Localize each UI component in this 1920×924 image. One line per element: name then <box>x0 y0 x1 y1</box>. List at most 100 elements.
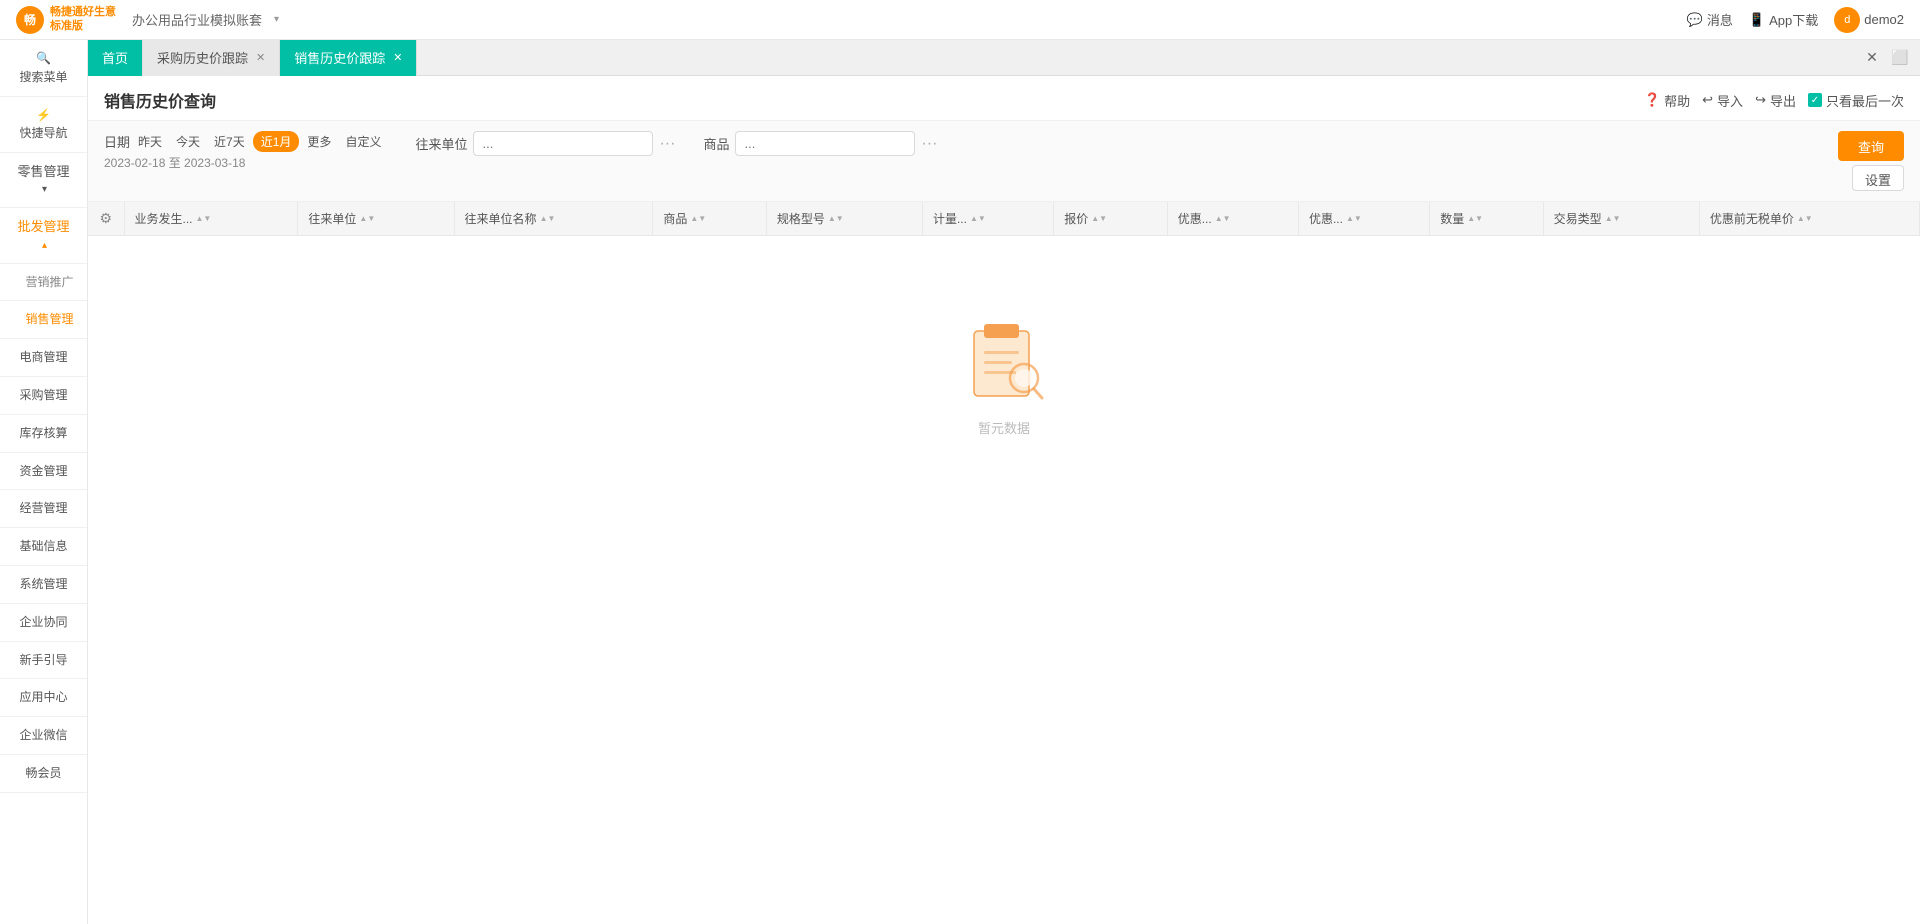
import-button[interactable]: ↩ 导入 <box>1702 91 1743 110</box>
app-title-dropdown-icon[interactable]: ▾ <box>274 14 279 25</box>
date-btn-more[interactable]: 更多 <box>301 131 337 152</box>
tab-maximize-button[interactable]: ⬜ <box>1888 46 1912 70</box>
sort-icon-discount2[interactable]: ▲▼ <box>1346 215 1362 223</box>
top-bar: 畅 畅捷通好生意 标准版 办公用品行业模拟账套 ▾ 💬 消息 📱 App下载 d… <box>0 0 1920 40</box>
tab-close-all-button[interactable]: ✕ <box>1860 46 1884 70</box>
sort-icon-discount1[interactable]: ▲▼ <box>1215 215 1231 223</box>
sidebar-item-app-center[interactable]: 应用中心 <box>0 679 87 717</box>
user-profile[interactable]: d demo2 <box>1834 7 1904 33</box>
sidebar-item-inventory[interactable]: 库存核算 <box>0 415 87 453</box>
sidebar-item-ecommerce[interactable]: 电商管理 <box>0 339 87 377</box>
sort-icon-goods[interactable]: ▲▼ <box>690 215 706 223</box>
sidebar-item-operations[interactable]: 经营管理 <box>0 490 87 528</box>
tab-sales-history-close-icon[interactable]: ✕ <box>393 51 402 64</box>
help-button[interactable]: ❓ 帮助 <box>1644 91 1690 110</box>
settings-button[interactable]: 设置 <box>1852 165 1904 191</box>
th-goods[interactable]: 商品 ▲▼ <box>653 202 766 236</box>
th-pre-tax[interactable]: 优惠前无税单价 ▲▼ <box>1699 202 1919 236</box>
th-trade-type[interactable]: 交易类型 ▲▼ <box>1543 202 1699 236</box>
th-discount1[interactable]: 优惠... ▲▼ <box>1167 202 1298 236</box>
import-icon: ↩ <box>1702 92 1713 108</box>
sidebar-item-finance[interactable]: 资金管理 <box>0 453 87 491</box>
sidebar-item-member[interactable]: 畅会员 <box>0 755 87 793</box>
export-icon: ↪ <box>1755 92 1766 108</box>
message-button[interactable]: 💬 消息 <box>1687 10 1733 29</box>
tab-purchase-history[interactable]: 采购历史价跟踪 ✕ <box>143 40 280 76</box>
chevron-down-icon: ▾ <box>42 183 47 197</box>
tab-actions: ✕ ⬜ <box>1860 46 1920 70</box>
sidebar-item-procurement[interactable]: 采购管理 <box>0 377 87 415</box>
goods-input[interactable] <box>735 131 915 156</box>
logo-text: 畅捷通好生意 标准版 <box>50 6 116 32</box>
page-header: 销售历史价查询 ❓ 帮助 ↩ 导入 ↪ 导出 ✓ <box>88 76 1920 121</box>
sidebar-item-enterprise[interactable]: 企业协同 <box>0 604 87 642</box>
help-icon: ❓ <box>1644 92 1660 108</box>
date-buttons: 日期 昨天 今天 近7天 近1月 更多 自定义 <box>104 131 387 152</box>
tab-home[interactable]: 首页 <box>88 40 143 76</box>
filter-bar: 日期 昨天 今天 近7天 近1月 更多 自定义 2023-02-18 至 202… <box>88 121 1920 202</box>
sidebar-item-retail[interactable]: 零售管理 ▾ <box>0 153 87 208</box>
sidebar-item-marketing[interactable]: 营销推广 <box>0 264 87 302</box>
app-title: 办公用品行业模拟账套 <box>132 10 262 29</box>
date-btn-yesterday[interactable]: 昨天 <box>132 131 168 152</box>
goods-label: 商品 <box>703 134 729 153</box>
shortcuts-icon: ⚡ <box>36 107 51 124</box>
sidebar-item-basic-info[interactable]: 基础信息 <box>0 528 87 566</box>
main-layout: 🔍 搜索菜单 ⚡ 快捷导航 零售管理 ▾ 批发管理 ▴ 营销推广 销售管理 电商… <box>0 40 1920 924</box>
content-area: 首页 采购历史价跟踪 ✕ 销售历史价跟踪 ✕ ✕ ⬜ 销售历史价查询 <box>88 40 1920 924</box>
table-header-row: ⚙ 业务发生... ▲▼ 往来单位 <box>88 202 1920 236</box>
sidebar-item-search-menu[interactable]: 🔍 搜索菜单 <box>0 40 87 97</box>
query-button[interactable]: 查询 <box>1838 131 1904 161</box>
export-button[interactable]: ↪ 导出 <box>1755 91 1796 110</box>
partner-label: 往来单位 <box>415 134 467 153</box>
partner-input[interactable] <box>473 131 653 156</box>
logo-area: 畅 畅捷通好生意 标准版 <box>16 6 116 34</box>
sort-icon-biz-date[interactable]: ▲▼ <box>196 215 212 223</box>
partner-picker-icon[interactable]: ··· <box>659 135 675 153</box>
filter-right-actions: 查询 设置 <box>1838 131 1904 191</box>
sort-icon-partner-code[interactable]: ▲▼ <box>359 215 375 223</box>
date-btn-7days[interactable]: 近7天 <box>208 131 251 152</box>
sort-icon-pre-tax[interactable]: ▲▼ <box>1797 215 1813 223</box>
only-last-checkbox-group[interactable]: ✓ 只看最后一次 <box>1808 91 1904 110</box>
page-header-actions: ❓ 帮助 ↩ 导入 ↪ 导出 ✓ 只看最后一次 <box>1644 91 1904 110</box>
sidebar-item-shortcuts[interactable]: ⚡ 快捷导航 <box>0 97 87 154</box>
date-btn-1month[interactable]: 近1月 <box>253 131 300 152</box>
retail-icon: 零售管理 <box>17 163 69 181</box>
th-spec[interactable]: 规格型号 ▲▼ <box>766 202 922 236</box>
th-qty[interactable]: 数量 ▲▼ <box>1430 202 1543 236</box>
th-settings[interactable]: ⚙ <box>88 202 124 236</box>
th-partner-code[interactable]: 往来单位 ▲▼ <box>298 202 454 236</box>
th-biz-date[interactable]: 业务发生... ▲▼ <box>124 202 298 236</box>
goods-picker-icon[interactable]: ··· <box>921 135 937 153</box>
date-filter-group: 日期 昨天 今天 近7天 近1月 更多 自定义 2023-02-18 至 202… <box>104 131 387 171</box>
th-discount2[interactable]: 优惠... ▲▼ <box>1298 202 1429 236</box>
only-last-checkbox[interactable]: ✓ <box>1808 93 1822 107</box>
sidebar-item-wholesale[interactable]: 批发管理 ▴ <box>0 208 87 263</box>
settings-icon[interactable]: ⚙ <box>99 210 112 226</box>
sort-icon-partner-name[interactable]: ▲▼ <box>540 215 556 223</box>
th-quote[interactable]: 报价 ▲▼ <box>1054 202 1167 236</box>
th-partner-name[interactable]: 往来单位名称 ▲▼ <box>454 202 653 236</box>
sidebar-item-wechat[interactable]: 企业微信 <box>0 717 87 755</box>
date-btn-today[interactable]: 今天 <box>170 131 206 152</box>
tab-sales-history-label: 销售历史价跟踪 <box>294 48 385 67</box>
sidebar-item-sales-mgmt[interactable]: 销售管理 <box>0 301 87 339</box>
th-unit[interactable]: 计量... ▲▼ <box>922 202 1053 236</box>
sort-icon-trade-type[interactable]: ▲▼ <box>1605 215 1621 223</box>
tab-home-label: 首页 <box>102 48 128 67</box>
goods-filter-group: 商品 ··· <box>703 131 937 156</box>
sort-icon-unit[interactable]: ▲▼ <box>970 215 986 223</box>
sort-icon-quote[interactable]: ▲▼ <box>1091 215 1107 223</box>
sidebar-item-guide[interactable]: 新手引导 <box>0 642 87 680</box>
sort-icon-qty[interactable]: ▲▼ <box>1467 215 1483 223</box>
date-btn-custom[interactable]: 自定义 <box>339 131 387 152</box>
partner-filter-group: 往来单位 ··· <box>415 131 675 156</box>
sort-icon-spec[interactable]: ▲▼ <box>828 215 844 223</box>
app-download-button[interactable]: 📱 App下载 <box>1749 10 1818 29</box>
message-icon: 💬 <box>1687 12 1703 28</box>
tab-sales-history[interactable]: 销售历史价跟踪 ✕ <box>280 40 417 76</box>
sidebar-item-system[interactable]: 系统管理 <box>0 566 87 604</box>
tab-bar: 首页 采购历史价跟踪 ✕ 销售历史价跟踪 ✕ ✕ ⬜ <box>88 40 1920 76</box>
tab-purchase-history-close-icon[interactable]: ✕ <box>256 51 265 64</box>
